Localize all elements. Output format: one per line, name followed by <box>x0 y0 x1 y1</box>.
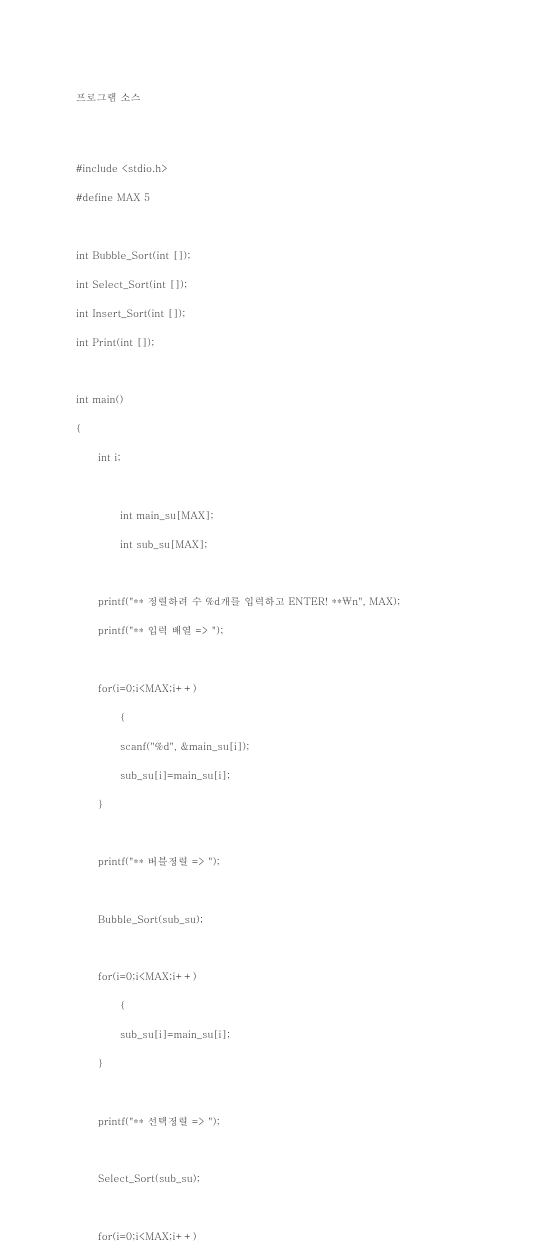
code-line: { <box>76 421 457 436</box>
code-line: #include <stdio.h> <box>76 161 457 176</box>
code-line: #define MAX 5 <box>76 190 457 205</box>
code-line: Bubble_Sort(sub_su); <box>76 912 457 927</box>
code-line: int main() <box>76 392 457 407</box>
code-line: int Print(int []); <box>76 335 457 350</box>
code-line: printf("** 입력 배열 => "); <box>76 623 457 638</box>
document-title: 프로그램 소스 <box>76 90 457 105</box>
code-line: int Insert_Sort(int []); <box>76 306 457 321</box>
code-line: int main_su[MAX]; <box>76 508 457 523</box>
code-line: sub_su[i]=main_su[i]; <box>76 1027 457 1042</box>
code-line: int Select_Sort(int []); <box>76 277 457 292</box>
code-line: { <box>76 710 457 725</box>
code-line: { <box>76 998 457 1013</box>
code-line: for(i=0;i<MAX;i++) <box>76 681 457 696</box>
code-line: printf("** 버블정렬 => "); <box>76 854 457 869</box>
code-line: printf("** 선택정렬 => "); <box>76 1114 457 1129</box>
code-line: int Bubble_Sort(int []); <box>76 248 457 263</box>
code-line: scanf("%d", &main_su[i]); <box>76 739 457 754</box>
code-line: int sub_su[MAX]; <box>76 537 457 552</box>
code-line: Select_Sort(sub_su); <box>76 1171 457 1186</box>
code-line: for(i=0;i<MAX;i++) <box>76 969 457 984</box>
code-line: for(i=0;i<MAX;i++) <box>76 1229 457 1244</box>
code-line: int i; <box>76 450 457 465</box>
code-line: } <box>76 797 457 812</box>
code-block: #include <stdio.h> #define MAX 5 int Bub… <box>76 147 457 1258</box>
code-line: printf("** 정렬하려 수 %d개를 입력하고 ENTER! **\n"… <box>76 594 457 609</box>
code-line: sub_su[i]=main_su[i]; <box>76 768 457 783</box>
code-line: } <box>76 1056 457 1071</box>
